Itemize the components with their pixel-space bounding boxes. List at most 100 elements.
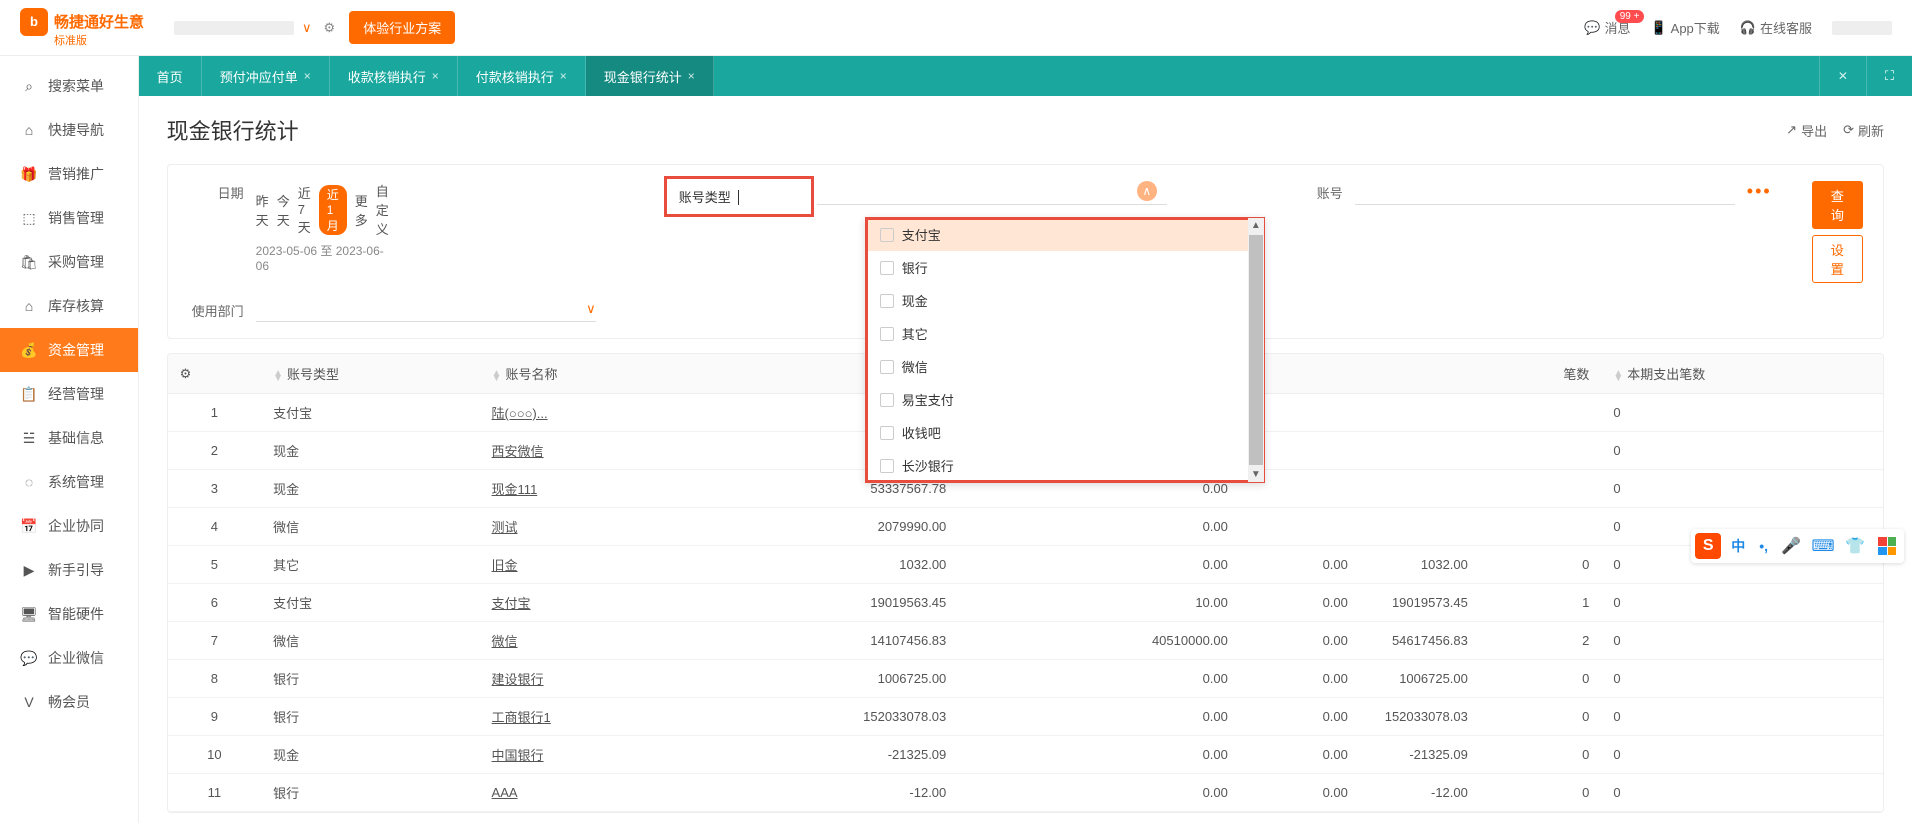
sidebar-item[interactable]: 🖥智能硬件 [0,592,138,636]
tab-close-all[interactable]: ✕ [1819,56,1866,96]
date-yesterday[interactable]: 昨天 [256,191,269,229]
dropdown-option[interactable]: 其它 [866,317,1264,350]
dropdown-option[interactable]: 现金 [866,284,1264,317]
account-input[interactable]: . [1355,181,1735,205]
dept-input[interactable]: ∨ [256,297,596,322]
sidebar-item[interactable]: ⬚销售管理 [0,196,138,240]
dropdown-scrollbar[interactable]: ▲ ▼ [1248,218,1264,482]
trial-button[interactable]: 体验行业方案 [349,11,455,44]
cell-name[interactable]: AAA [480,774,698,812]
cell-name[interactable]: 西安微信 [480,432,698,470]
scroll-down-icon[interactable]: ▼ [1249,467,1263,482]
menu-icon: ⌂ [20,298,38,314]
dropdown-option[interactable]: 微信 [866,350,1264,383]
dropdown-option[interactable]: 收钱吧 [866,416,1264,449]
ime-punct-icon[interactable]: •, [1755,538,1772,554]
col-expense-count[interactable]: 本期支出笔数 [1601,354,1883,394]
tab[interactable]: 预付冲应付单× [202,56,330,96]
tab[interactable]: 首页 [139,56,202,96]
sidebar-item[interactable]: ▶新手引导 [0,548,138,592]
cell-name[interactable]: 陆(○○○)... [480,394,698,432]
collapse-icon[interactable]: ∧ [1137,181,1157,201]
dropdown-option[interactable]: 易宝支付 [866,383,1264,416]
tab[interactable]: 付款核销执行× [458,56,586,96]
sidebar-item[interactable]: ☱基础信息 [0,416,138,460]
close-icon[interactable]: × [304,69,311,83]
sidebar-item[interactable]: ◌系统管理 [0,460,138,504]
chevron-down-icon: ∨ [302,20,312,36]
checkbox[interactable] [880,294,894,308]
cell-income: 0.00 [958,508,1240,546]
checkbox[interactable] [880,459,894,473]
tab[interactable]: 现金银行统计× [586,56,714,96]
tab-fullscreen[interactable]: ⛶ [1866,56,1912,96]
dropdown-option[interactable]: 长沙银行 [866,449,1264,482]
more-dots-icon[interactable]: ••• [1747,181,1772,202]
scroll-thumb[interactable] [1249,235,1263,465]
messages-link[interactable]: 💬 消息 99 + [1584,18,1630,37]
sidebar-item[interactable]: 🎁营销推广 [0,152,138,196]
account-type-input[interactable]: 账号类型 [669,181,809,212]
sidebar-item[interactable]: 🛍采购管理 [0,240,138,284]
cell-name[interactable]: 支付宝 [480,584,698,622]
cell-name[interactable]: 旧金 [480,546,698,584]
date-today[interactable]: 今天 [277,191,290,229]
cell-count: 2 [1480,622,1601,660]
account-type-value[interactable]: . ∧ [817,181,1167,205]
keyboard-icon[interactable]: ⌨ [1810,533,1836,559]
table-settings-icon[interactable]: ⚙ [168,354,261,394]
export-button[interactable]: ↗导出 [1786,121,1827,140]
skin-icon[interactable]: 👕 [1842,533,1868,559]
scroll-up-icon[interactable]: ▲ [1249,218,1263,233]
checkbox[interactable] [880,426,894,440]
menu-icon: 🖥 [20,606,38,623]
settings-button[interactable]: 设置 [1812,235,1863,283]
sidebar-item[interactable]: ⌂库存核算 [0,284,138,328]
ime-lang[interactable]: 中 [1727,536,1749,556]
col-account-type[interactable]: 账号类型 [261,354,479,394]
date-custom[interactable]: 自定义 [376,181,389,238]
cell-name[interactable]: 微信 [480,622,698,660]
cell-name[interactable]: 中国银行 [480,736,698,774]
checkbox[interactable] [880,228,894,242]
org-selector[interactable]: ∨ [174,20,312,36]
col-count[interactable]: 笔数 [1480,354,1601,394]
sidebar-item[interactable]: ⌂快捷导航 [0,108,138,152]
col-account-name[interactable]: 账号名称 [480,354,698,394]
close-icon[interactable]: × [560,69,567,83]
toolbox-icon[interactable] [1874,533,1900,559]
close-icon[interactable]: × [432,69,439,83]
date-7days[interactable]: 近7天 [298,183,311,236]
tab[interactable]: 收款核销执行× [330,56,458,96]
sidebar-item[interactable]: 💬企业微信 [0,636,138,680]
mic-icon[interactable]: 🎤 [1778,533,1804,559]
sidebar-item[interactable]: ⌕搜索菜单 [0,64,138,108]
query-button[interactable]: 查询 [1812,181,1863,229]
user-avatar[interactable] [1832,21,1892,35]
refresh-button[interactable]: ⟳刷新 [1843,121,1884,140]
app-download-link[interactable]: 📱 App下载 [1650,18,1719,37]
checkbox[interactable] [880,261,894,275]
date-1month[interactable]: 近1月 [319,185,347,235]
menu-icon: ☱ [20,430,38,447]
checkbox[interactable] [880,360,894,374]
gear-icon[interactable]: ⚙ [324,20,336,36]
date-more[interactable]: 更多 [355,191,368,229]
sidebar-item[interactable]: 📅企业协同 [0,504,138,548]
cell-name[interactable]: 建设银行 [480,660,698,698]
cell-name[interactable]: 测试 [480,508,698,546]
sidebar-item[interactable]: 💰资金管理 [0,328,138,372]
close-icon[interactable]: × [688,69,695,83]
ime-toolbar[interactable]: S 中 •, 🎤 ⌨ 👕 [1691,529,1904,563]
menu-icon: 📋 [20,386,38,403]
cell-name[interactable]: 现金111 [480,470,698,508]
dropdown-option[interactable]: 支付宝 [866,218,1264,251]
checkbox[interactable] [880,393,894,407]
checkbox[interactable] [880,327,894,341]
cell-name[interactable]: 工商银行1 [480,698,698,736]
sidebar-item[interactable]: 📋经营管理 [0,372,138,416]
sidebar-item[interactable]: V畅会员 [0,680,138,724]
sidebar-item-label: 资金管理 [48,340,104,360]
dropdown-option[interactable]: 银行 [866,251,1264,284]
service-link[interactable]: 🎧 在线客服 [1740,18,1812,37]
